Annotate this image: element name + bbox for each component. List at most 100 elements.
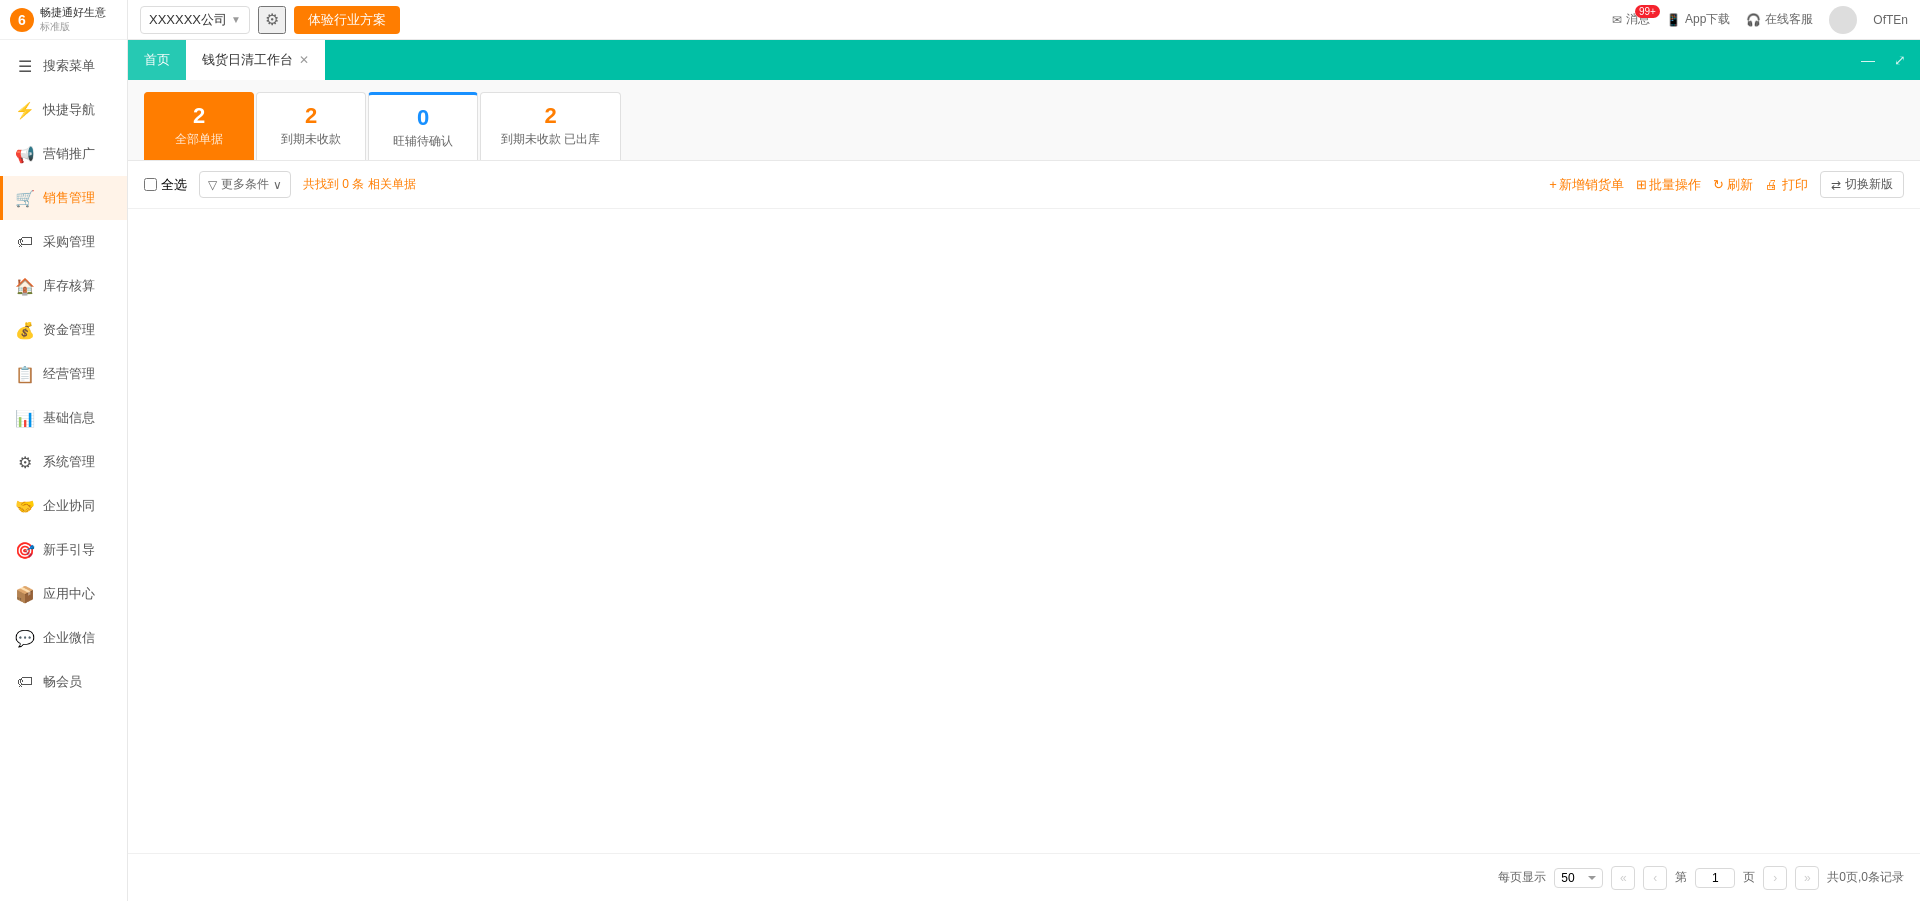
sidebar-item-quick-nav[interactable]: ⚡ 快捷导航 bbox=[0, 88, 127, 132]
sidebar-item-member[interactable]: 🏷 畅会员 bbox=[0, 660, 127, 704]
first-page-btn[interactable]: « bbox=[1611, 866, 1635, 890]
online-service-btn[interactable]: 🎧 在线客服 bbox=[1746, 11, 1813, 28]
sidebar-label-system: 系统管理 bbox=[43, 453, 95, 471]
sidebar-label-inventory: 库存核算 bbox=[43, 277, 95, 295]
add-sales-label: 新增销货单 bbox=[1559, 176, 1624, 194]
logo-subtitle: 标准版 bbox=[40, 20, 106, 34]
stat-number-all: 2 bbox=[165, 103, 233, 129]
sidebar-item-newbie[interactable]: 🎯 新手引导 bbox=[0, 528, 127, 572]
settings-button[interactable]: ⚙ bbox=[258, 6, 286, 34]
app-download-btn[interactable]: 📱 App下载 bbox=[1666, 11, 1730, 28]
logo-text-area: 畅捷通好生意 标准版 bbox=[40, 5, 106, 33]
search-icon: ☰ bbox=[15, 57, 35, 76]
message-btn[interactable]: ✉ 消息 99+ bbox=[1612, 11, 1650, 28]
refresh-icon: ↻ bbox=[1713, 177, 1724, 192]
sidebar-item-marketing[interactable]: 📢 营销推广 bbox=[0, 132, 127, 176]
avatar bbox=[1829, 6, 1857, 34]
page-size-select[interactable]: 50 100 200 bbox=[1554, 868, 1603, 888]
sidebar-label-cooperation: 企业协同 bbox=[43, 497, 95, 515]
stat-tab-all[interactable]: 2 全部单据 bbox=[144, 92, 254, 160]
trial-btn[interactable]: 体验行业方案 bbox=[294, 6, 400, 34]
filter-icon: ▽ bbox=[208, 178, 217, 192]
toolbar: 全选 ▽ 更多条件 ∨ 共找到 0 条 相关单据 + 新增销货单 bbox=[128, 161, 1920, 209]
sidebar-label-basic-info: 基础信息 bbox=[43, 409, 95, 427]
sidebar-label-operation: 经营管理 bbox=[43, 365, 95, 383]
stat-label-all: 全部单据 bbox=[165, 131, 233, 148]
company-name: XXXXXX公司 bbox=[149, 11, 227, 29]
add-icon: + bbox=[1549, 177, 1557, 192]
stat-number-overdue: 2 bbox=[277, 103, 345, 129]
tab-minimize-icon[interactable]: — bbox=[1856, 48, 1880, 72]
content-area: 2 全部单据 2 到期未收款 0 旺辅待确认 2 到期未收款 已出库 全选 bbox=[128, 80, 1920, 901]
stat-label-wangfu: 旺辅待确认 bbox=[389, 133, 457, 150]
sidebar-item-operation[interactable]: 📋 经营管理 bbox=[0, 352, 127, 396]
online-service-label: 在线客服 bbox=[1765, 11, 1813, 28]
page-label: 第 bbox=[1675, 869, 1687, 886]
toolbar-right: + 新增销货单 ⊞ 批量操作 ↻ 刷新 🖨 打印 ⇄ 切换新版 bbox=[1549, 171, 1904, 198]
select-all-checkbox[interactable]: 全选 bbox=[144, 176, 187, 194]
add-sales-btn[interactable]: + 新增销货单 bbox=[1549, 176, 1624, 194]
stat-label-overdue: 到期未收款 bbox=[277, 131, 345, 148]
stat-number-wangfu: 0 bbox=[389, 105, 457, 131]
prev-page-btn[interactable]: ‹ bbox=[1643, 866, 1667, 890]
total-info: 共0页,0条记录 bbox=[1827, 869, 1904, 886]
tab-qianhuorichin[interactable]: 钱货日清工作台 ✕ bbox=[186, 40, 325, 80]
sidebar-item-inventory[interactable]: 🏠 库存核算 bbox=[0, 264, 127, 308]
switch-label: 切换新版 bbox=[1845, 176, 1893, 193]
company-selector[interactable]: XXXXXX公司 ▼ bbox=[140, 6, 250, 34]
select-all-input[interactable] bbox=[144, 178, 157, 191]
print-btn[interactable]: 🖨 打印 bbox=[1765, 176, 1808, 194]
last-page-btn[interactable]: » bbox=[1795, 866, 1819, 890]
stat-tab-wangfu[interactable]: 0 旺辅待确认 bbox=[368, 92, 478, 160]
logo-icon: 6 bbox=[10, 8, 34, 32]
switch-version-btn[interactable]: ⇄ 切换新版 bbox=[1820, 171, 1904, 198]
stat-label-shipped: 到期未收款 已出库 bbox=[501, 131, 600, 148]
close-tab-icon[interactable]: ✕ bbox=[299, 53, 309, 67]
sidebar-item-cooperation[interactable]: 🤝 企业协同 bbox=[0, 484, 127, 528]
sidebar-label-enterprise-wechat: 企业微信 bbox=[43, 629, 95, 647]
batch-icon: ⊞ bbox=[1636, 177, 1647, 192]
avatar-name: OfTEn bbox=[1873, 13, 1908, 27]
count-prefix: 共找到 bbox=[303, 177, 339, 191]
toolbar-left: 全选 ▽ 更多条件 ∨ 共找到 0 条 相关单据 bbox=[144, 171, 1537, 198]
page-input[interactable] bbox=[1695, 868, 1735, 888]
filter-button[interactable]: ▽ 更多条件 ∨ bbox=[199, 171, 291, 198]
logo-title: 畅捷通好生意 bbox=[40, 5, 106, 19]
count-unit: 条 bbox=[352, 177, 364, 191]
sidebar-item-enterprise-wechat[interactable]: 💬 企业微信 bbox=[0, 616, 127, 660]
batch-ops-btn[interactable]: ⊞ 批量操作 bbox=[1636, 176, 1701, 194]
top-header: XXXXXX公司 ▼ ⚙ 体验行业方案 ✉ 消息 99+ 📱 App下载 🎧 在… bbox=[128, 0, 1920, 40]
switch-icon: ⇄ bbox=[1831, 178, 1841, 192]
sidebar-item-system[interactable]: ⚙ 系统管理 bbox=[0, 440, 127, 484]
operation-icon: 📋 bbox=[15, 365, 35, 384]
sidebar-label-newbie: 新手引导 bbox=[43, 541, 95, 559]
page-size-label: 每页显示 bbox=[1498, 869, 1546, 886]
home-tab-label: 首页 bbox=[144, 51, 170, 69]
sidebar-item-finance[interactable]: 💰 资金管理 bbox=[0, 308, 127, 352]
chevron-down-icon: ▼ bbox=[231, 14, 241, 25]
refresh-btn[interactable]: ↻ 刷新 bbox=[1713, 176, 1754, 194]
sidebar-label-sales: 销售管理 bbox=[43, 189, 95, 207]
sidebar-label-purchase: 采购管理 bbox=[43, 233, 95, 251]
avatar-btn[interactable] bbox=[1829, 6, 1857, 34]
sidebar-item-search[interactable]: ☰ 搜索菜单 bbox=[0, 44, 127, 88]
main-content: 2 全部单据 2 到期未收款 0 旺辅待确认 2 到期未收款 已出库 全选 bbox=[128, 80, 1920, 901]
sidebar-label-marketing: 营销推广 bbox=[43, 145, 95, 163]
sidebar-label-search: 搜索菜单 bbox=[43, 57, 95, 75]
tab-label: 钱货日清工作台 bbox=[202, 51, 293, 69]
tab-expand-icon[interactable]: ⤢ bbox=[1888, 48, 1912, 72]
print-label: 打印 bbox=[1782, 177, 1808, 192]
sales-icon: 🛒 bbox=[15, 189, 35, 208]
next-page-btn[interactable]: › bbox=[1763, 866, 1787, 890]
sidebar-item-basic-info[interactable]: 📊 基础信息 bbox=[0, 396, 127, 440]
headset-icon: 🎧 bbox=[1746, 13, 1761, 27]
quick-nav-icon: ⚡ bbox=[15, 101, 35, 120]
tab-home[interactable]: 首页 bbox=[128, 40, 186, 80]
app-download-icon: 📱 bbox=[1666, 13, 1681, 27]
sidebar-item-purchase[interactable]: 🏷 采购管理 bbox=[0, 220, 127, 264]
stat-tab-overdue[interactable]: 2 到期未收款 bbox=[256, 92, 366, 160]
sidebar-item-app-center[interactable]: 📦 应用中心 bbox=[0, 572, 127, 616]
sidebar-item-sales[interactable]: 🛒 销售管理 bbox=[0, 176, 127, 220]
stat-tab-shipped[interactable]: 2 到期未收款 已出库 bbox=[480, 92, 621, 160]
stats-tabs: 2 全部单据 2 到期未收款 0 旺辅待确认 2 到期未收款 已出库 bbox=[128, 80, 1920, 161]
